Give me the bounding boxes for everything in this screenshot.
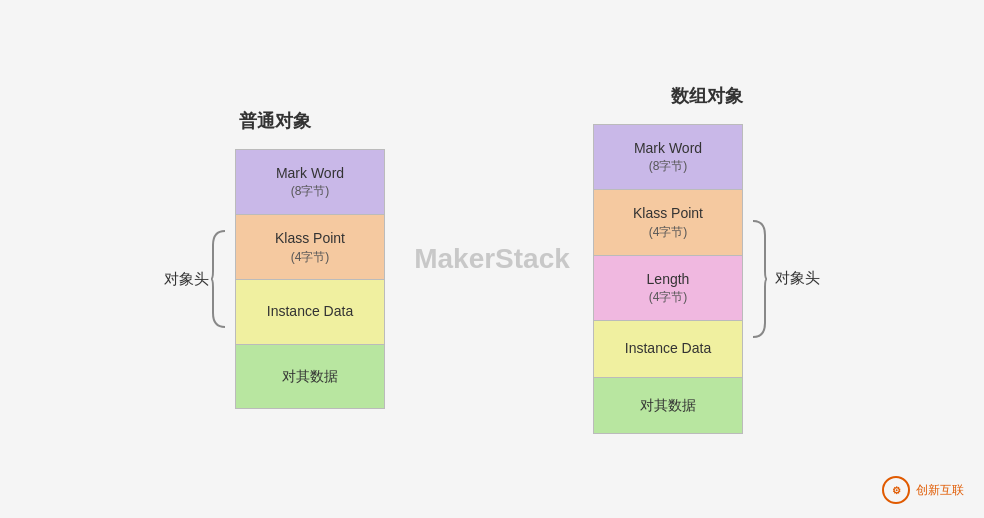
left-mark-word-block: Mark Word (8字节) — [236, 150, 384, 215]
right-blocks: Mark Word (8字节) Klass Point (4字节) Length… — [593, 124, 743, 434]
watermark: MakerStack — [414, 243, 570, 275]
right-brace-symbol — [751, 219, 769, 339]
left-klass-title: Klass Point — [275, 229, 345, 249]
right-instance-data-block: Instance Data — [594, 321, 742, 378]
left-header-label: 对象头 — [164, 270, 209, 289]
right-klass-title: Klass Point — [633, 204, 703, 224]
right-klass-sub: (4字节) — [649, 224, 688, 241]
right-padding-title: 对其数据 — [640, 396, 696, 416]
left-bracket-area: 对象头 — [164, 229, 227, 329]
right-bracket-area: 对象头 — [751, 219, 820, 339]
logo-icon: ⚙ — [882, 476, 910, 504]
right-mark-word-title: Mark Word — [634, 139, 702, 159]
main-canvas: MakerStack 普通对象 对象头 Mark Word (8字节) — [0, 0, 984, 518]
right-length-block: Length (4字节) — [594, 256, 742, 321]
left-mark-word-sub: (8字节) — [291, 183, 330, 200]
right-section-title: 数组对象 — [671, 84, 743, 108]
right-header-label: 对象头 — [775, 269, 820, 288]
right-diagram: 数组对象 Mark Word (8字节) Klass Point (4字节) L… — [593, 84, 820, 434]
left-blocks: Mark Word (8字节) Klass Point (4字节) Instan… — [235, 149, 385, 410]
left-mark-word-title: Mark Word — [276, 164, 344, 184]
right-mark-word-block: Mark Word (8字节) — [594, 125, 742, 190]
left-instance-data-block: Instance Data — [236, 280, 384, 345]
right-length-title: Length — [647, 270, 690, 290]
right-padding-block: 对其数据 — [594, 378, 742, 434]
right-object-container: Mark Word (8字节) Klass Point (4字节) Length… — [593, 124, 820, 434]
left-klass-sub: (4字节) — [291, 249, 330, 266]
right-brace-label-group: 对象头 — [751, 219, 820, 339]
right-klass-point-block: Klass Point (4字节) — [594, 190, 742, 255]
left-object-container: 对象头 Mark Word (8字节) Klass Point (4字节) In — [164, 149, 385, 410]
right-length-sub: (4字节) — [649, 289, 688, 306]
right-instance-title: Instance Data — [625, 339, 711, 359]
left-diagram: 普通对象 对象头 Mark Word (8字节) Klass Point — [164, 109, 385, 410]
left-klass-point-block: Klass Point (4字节) — [236, 215, 384, 280]
left-padding-title: 对其数据 — [282, 367, 338, 387]
left-brace-symbol — [209, 229, 227, 329]
left-padding-block: 对其数据 — [236, 345, 384, 409]
right-mark-word-sub: (8字节) — [649, 158, 688, 175]
left-brace-label-group: 对象头 — [164, 229, 227, 329]
left-section-title: 普通对象 — [239, 109, 311, 133]
left-instance-title: Instance Data — [267, 302, 353, 322]
logo-area: ⚙ 创新互联 — [882, 476, 964, 504]
logo-text: 创新互联 — [916, 482, 964, 499]
